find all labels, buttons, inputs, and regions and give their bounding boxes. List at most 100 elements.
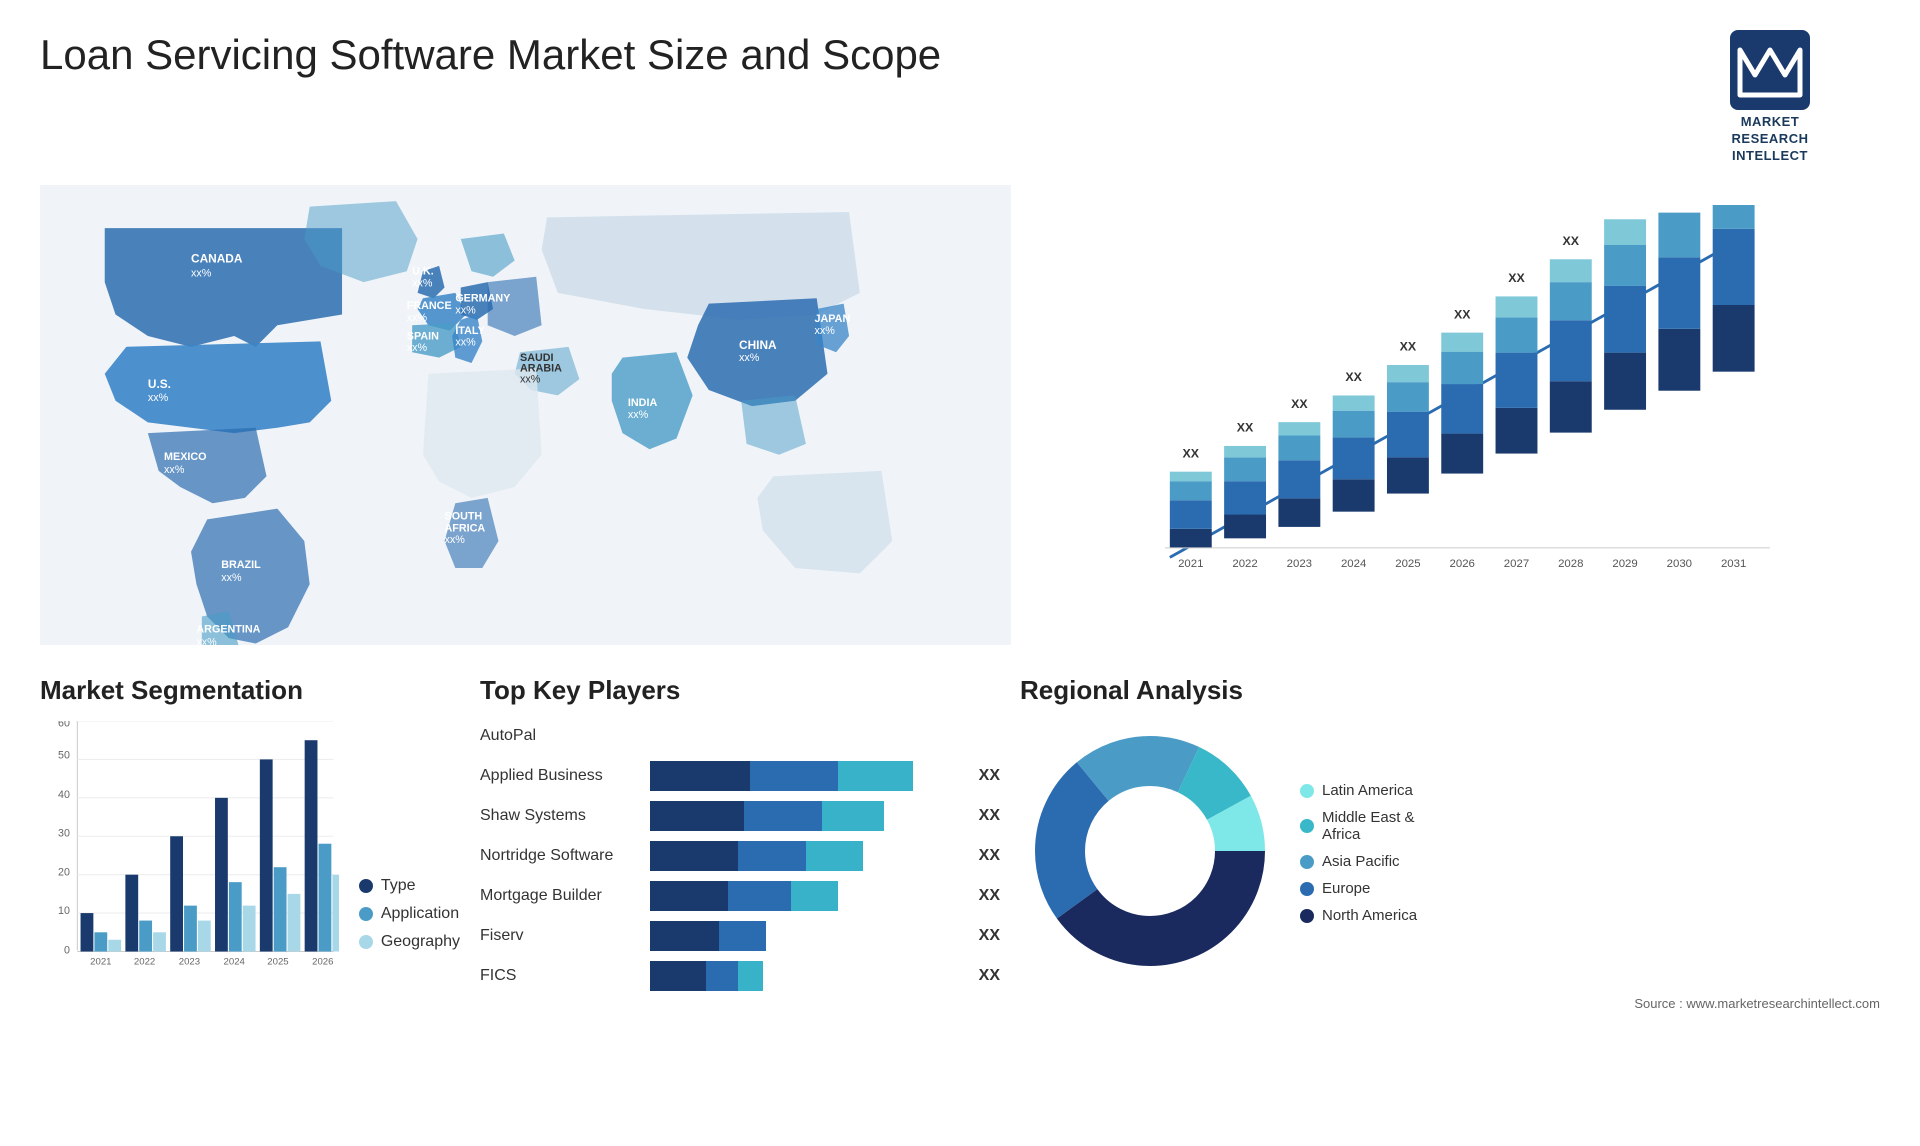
svg-text:XX: XX <box>1345 370 1362 384</box>
player-row: FICS XX <box>480 961 1000 991</box>
svg-text:XX: XX <box>1617 205 1634 208</box>
player-xx-applied: XX <box>979 767 1000 785</box>
bar-chart-container: XX 2021 XX 2022 XX <box>1031 185 1880 645</box>
svg-text:SPAIN: SPAIN <box>407 330 439 342</box>
svg-text:xx%: xx% <box>520 373 541 385</box>
svg-text:50: 50 <box>58 749 70 761</box>
svg-text:30: 30 <box>58 827 70 839</box>
player-row: Fiserv XX <box>480 921 1000 951</box>
svg-text:xx%: xx% <box>455 304 476 316</box>
svg-text:xx%: xx% <box>412 277 433 289</box>
svg-text:2025: 2025 <box>267 956 288 967</box>
svg-text:10: 10 <box>58 905 70 917</box>
player-name-applied: Applied Business <box>480 767 640 785</box>
svg-text:xx%: xx% <box>628 409 649 421</box>
svg-text:CANADA: CANADA <box>191 251 243 265</box>
svg-text:2022: 2022 <box>134 956 155 967</box>
bottom-section: Market Segmentation 0 10 20 30 40 50 60 <box>40 675 1880 1011</box>
player-row: Applied Business XX <box>480 761 1000 791</box>
regional-container: Regional Analysis <box>1020 675 1880 1011</box>
reg-label-northamerica: North America <box>1322 907 1417 924</box>
svg-text:ITALY: ITALY <box>455 325 484 337</box>
svg-text:ARGENTINA: ARGENTINA <box>196 623 260 635</box>
reg-legend-mea: Middle East &Africa <box>1300 809 1417 843</box>
svg-text:INDIA: INDIA <box>628 397 658 409</box>
player-name-shaw: Shaw Systems <box>480 807 640 825</box>
svg-text:2026: 2026 <box>1449 558 1474 570</box>
player-bar-autopal <box>650 721 1000 751</box>
svg-text:0: 0 <box>64 944 70 956</box>
source-text: Source : www.marketresearchintellect.com <box>1020 996 1880 1011</box>
legend-label-type: Type <box>381 877 416 895</box>
player-bar-fics <box>650 961 963 991</box>
bar-chart-svg: XX 2021 XX 2022 XX <box>1051 205 1860 605</box>
page-title: Loan Servicing Software Market Size and … <box>40 30 941 80</box>
seg-chart-area: 0 10 20 30 40 50 60 <box>40 721 460 981</box>
player-bar-mortgage <box>650 881 963 911</box>
svg-text:XX: XX <box>1508 271 1525 285</box>
logo-icon <box>1730 30 1810 110</box>
players-title: Top Key Players <box>480 675 1000 706</box>
reg-label-mea: Middle East &Africa <box>1322 809 1415 843</box>
reg-dot-mea <box>1300 819 1314 833</box>
seg-bars: 0 10 20 30 40 50 60 <box>40 721 339 981</box>
svg-text:JAPAN: JAPAN <box>815 313 851 325</box>
svg-text:xx%: xx% <box>815 325 836 337</box>
donut-chart <box>1020 721 1280 986</box>
player-xx-shaw: XX <box>979 807 1000 825</box>
seg-legend: Type Application Geography <box>359 877 460 981</box>
player-name-fiserv: Fiserv <box>480 927 640 945</box>
player-name-mortgage: Mortgage Builder <box>480 887 640 905</box>
reg-label-latin: Latin America <box>1322 782 1413 799</box>
svg-text:U.K.: U.K. <box>412 265 434 277</box>
svg-text:xx%: xx% <box>148 391 169 403</box>
svg-text:xx%: xx% <box>739 352 760 364</box>
svg-text:SOUTH: SOUTH <box>445 510 483 522</box>
player-xx-mortgage: XX <box>979 887 1000 905</box>
svg-text:xx%: xx% <box>407 342 428 354</box>
svg-text:GERMANY: GERMANY <box>455 292 510 304</box>
player-name-nortridge: Nortridge Software <box>480 847 640 865</box>
svg-text:XX: XX <box>1182 446 1199 460</box>
svg-text:MEXICO: MEXICO <box>164 451 206 463</box>
reg-dot-latin <box>1300 784 1314 798</box>
legend-dot-application <box>359 907 373 921</box>
svg-text:FRANCE: FRANCE <box>407 300 452 312</box>
player-row: Shaw Systems XX <box>480 801 1000 831</box>
svg-text:2027: 2027 <box>1504 558 1529 570</box>
map-container: CANADA xx% U.S. xx% MEXICO xx% BRAZIL xx… <box>40 185 1011 645</box>
svg-text:2025: 2025 <box>1395 558 1420 570</box>
segmentation-title: Market Segmentation <box>40 675 460 706</box>
legend-label-application: Application <box>381 905 459 923</box>
legend-dot-geography <box>359 935 373 949</box>
svg-text:xx%: xx% <box>407 312 428 324</box>
svg-text:2024: 2024 <box>1341 558 1367 570</box>
svg-text:xx%: xx% <box>455 336 476 348</box>
header: Loan Servicing Software Market Size and … <box>40 30 1880 165</box>
donut-svg <box>1020 721 1280 981</box>
svg-text:CHINA: CHINA <box>739 338 777 352</box>
svg-text:XX: XX <box>1291 397 1308 411</box>
player-bar-nortridge <box>650 841 963 871</box>
svg-text:2024: 2024 <box>224 956 246 967</box>
svg-text:xx%: xx% <box>221 572 242 584</box>
player-xx-fiserv: XX <box>979 927 1000 945</box>
svg-text:AFRICA: AFRICA <box>445 522 486 534</box>
donut-area: Latin America Middle East &Africa Asia P… <box>1020 721 1880 986</box>
players-container: Top Key Players AutoPal Applied Business… <box>480 675 1000 1001</box>
svg-text:2030: 2030 <box>1667 558 1692 570</box>
world-map-svg: CANADA xx% U.S. xx% MEXICO xx% BRAZIL xx… <box>40 185 1011 645</box>
reg-legend-europe: Europe <box>1300 880 1417 897</box>
legend-label-geography: Geography <box>381 933 460 951</box>
player-bar-applied <box>650 761 963 791</box>
svg-text:XX: XX <box>1400 339 1417 353</box>
svg-text:XX: XX <box>1237 420 1254 434</box>
legend-dot-type <box>359 879 373 893</box>
svg-text:2028: 2028 <box>1558 558 1583 570</box>
reg-label-europe: Europe <box>1322 880 1370 897</box>
reg-dot-europe <box>1300 882 1314 896</box>
player-bar-fiserv <box>650 921 963 951</box>
legend-geography: Geography <box>359 933 460 951</box>
legend-type: Type <box>359 877 460 895</box>
reg-label-asia: Asia Pacific <box>1322 853 1400 870</box>
